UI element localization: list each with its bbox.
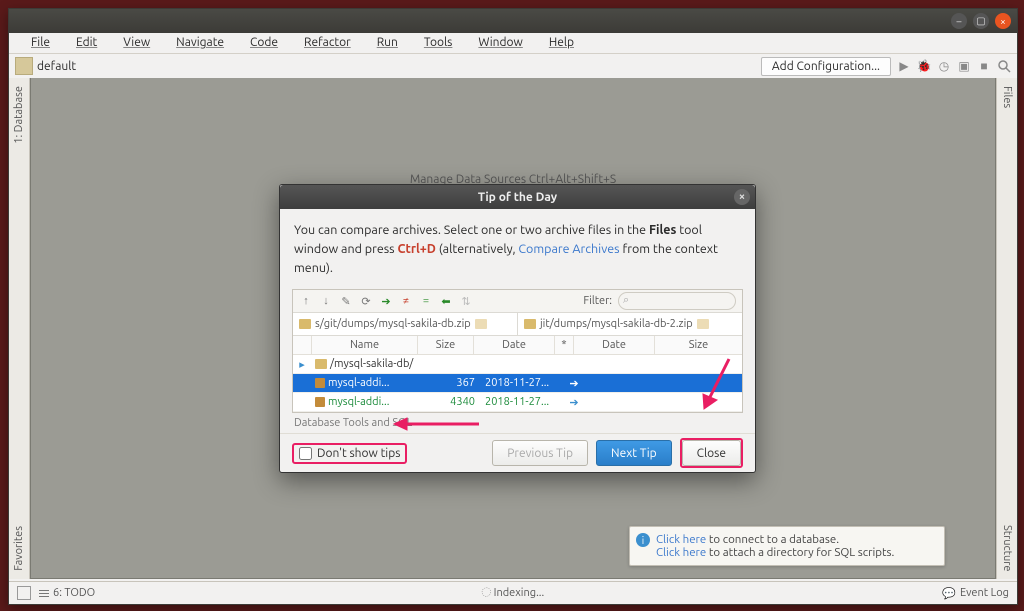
arrow-right-icon: ➔ (565, 377, 583, 390)
archive-icon (315, 397, 325, 407)
arrow-left-green-icon[interactable]: ⬅ (439, 294, 453, 308)
not-equal-icon[interactable]: ≠ (399, 294, 413, 308)
filter-input[interactable]: ⌕ (618, 292, 736, 310)
menu-view[interactable]: View (111, 33, 162, 53)
arrow-down-icon[interactable]: ↓ (319, 294, 333, 308)
folder-icon (697, 319, 709, 329)
menu-tools[interactable]: Tools (412, 33, 465, 53)
status-bar: 6: TODO ◌ Indexing... 💬 Event Log (9, 581, 1017, 604)
annotation-highlight-close: Close (680, 438, 743, 468)
dont-show-tips-input[interactable] (299, 447, 312, 460)
menu-code[interactable]: Code (238, 33, 290, 53)
search-icon: ⌕ (623, 294, 629, 307)
dialog-titlebar[interactable]: Tip of the Day × (280, 185, 755, 209)
connect-db-link[interactable]: Click here (656, 533, 706, 546)
tip-of-the-day-dialog: Tip of the Day × You can compare archive… (279, 184, 756, 473)
diff-row-selected[interactable]: mysql-addi... 367 2018-11-27... ➔ (293, 374, 742, 393)
tool-tab-favorites[interactable]: Favorites (13, 522, 25, 575)
previous-tip-button[interactable]: Previous Tip (492, 440, 588, 466)
stop-icon[interactable]: ■ (977, 59, 991, 73)
dialog-footer: Don't show tips Previous Tip Next Tip Cl… (280, 433, 755, 472)
tip-caption: Database Tools and SQL (280, 415, 755, 433)
refresh-icon[interactable]: ⟳ (359, 294, 373, 308)
arrow-up-icon[interactable]: ↑ (299, 294, 313, 308)
tool-tab-database[interactable]: 1: Database (13, 82, 25, 148)
left-tool-gutter: 1: Database Favorites (9, 78, 30, 579)
todo-icon (39, 590, 49, 597)
dialog-title: Tip of the Day (478, 191, 557, 204)
profile-icon[interactable]: ▣ (957, 59, 971, 73)
breadcrumb[interactable]: default (37, 60, 76, 73)
diff-preview: ↑ ↓ ✎ ⟳ ➔ ≠ = ⬅ ⇅ Filter: ⌕ s/git/dumps/… (292, 289, 743, 413)
spinner-icon: ◌ (482, 587, 491, 599)
tool-tab-structure[interactable]: Structure (1001, 521, 1013, 576)
menu-window[interactable]: Window (466, 33, 534, 53)
menu-run[interactable]: Run (365, 33, 410, 53)
preview-paths: s/git/dumps/mysql-sakila-db.zip jit/dump… (293, 313, 742, 336)
menu-refactor[interactable]: Refactor (292, 33, 363, 53)
arrow-right-icon: ➔ (565, 396, 583, 409)
ide-window: – ▢ × File Edit View Navigate Code Refac… (8, 8, 1018, 605)
preview-toolbar: ↑ ↓ ✎ ⟳ ➔ ≠ = ⬅ ⇅ Filter: ⌕ (293, 290, 742, 313)
menu-edit[interactable]: Edit (64, 33, 109, 53)
add-configuration-button[interactable]: Add Configuration... (761, 57, 891, 76)
dialog-close-icon[interactable]: × (734, 189, 750, 205)
tool-windows-toggle[interactable] (17, 586, 31, 600)
hint-line-1: Click here to connect to a database. (656, 533, 936, 546)
debug-icon[interactable]: 🐞 (917, 59, 931, 73)
dialog-body: You can compare archives. Select one or … (280, 209, 755, 283)
menu-file[interactable]: File (19, 33, 62, 53)
project-icon (15, 57, 33, 75)
hint-line-2: Click here to attach a directory for SQL… (656, 546, 936, 559)
folder-icon (475, 319, 487, 329)
menu-help[interactable]: Help (537, 33, 586, 53)
window-maximize-button[interactable]: ▢ (973, 13, 989, 29)
edit-icon[interactable]: ✎ (339, 294, 353, 308)
left-archive-path: s/git/dumps/mysql-sakila-db.zip (293, 313, 518, 335)
event-log-icon: 💬 (942, 587, 956, 600)
diff-row-folder[interactable]: ▸ /mysql-sakila-db/ (293, 355, 742, 374)
main-menubar: File Edit View Navigate Code Refactor Ru… (9, 33, 1017, 54)
close-button[interactable]: Close (682, 440, 741, 466)
walker-icon[interactable]: ⇅ (459, 294, 473, 308)
diff-column-headers: Name Size Date * Date Size (293, 336, 742, 355)
folder-icon (299, 319, 311, 329)
status-center-text: Indexing... (494, 587, 545, 599)
os-titlebar: – ▢ × (9, 9, 1017, 33)
right-tool-gutter: Files Structure (996, 78, 1017, 579)
status-todo[interactable]: 6: TODO (53, 587, 95, 599)
equal-icon[interactable]: = (419, 294, 433, 308)
connection-hint-popup: i Click here to connect to a database. C… (629, 526, 945, 566)
arrow-right-green-icon[interactable]: ➔ (379, 294, 393, 308)
window-close-button[interactable]: × (995, 13, 1011, 29)
run-icon[interactable]: ▶ (897, 59, 911, 73)
next-tip-button[interactable]: Next Tip (596, 440, 672, 466)
tool-tab-files[interactable]: Files (1001, 82, 1013, 112)
coverage-icon[interactable]: ◷ (937, 59, 951, 73)
menu-navigate[interactable]: Navigate (164, 33, 236, 53)
filter-label: Filter: (583, 295, 612, 307)
right-archive-path: jit/dumps/mysql-sakila-db-2.zip (518, 313, 742, 335)
annotation-highlight-checkbox: Don't show tips (292, 443, 407, 464)
status-event-log[interactable]: Event Log (960, 587, 1009, 599)
window-minimize-button[interactable]: – (951, 13, 967, 29)
archive-icon (315, 378, 325, 388)
dont-show-tips-checkbox[interactable]: Don't show tips (294, 445, 405, 462)
search-everywhere-icon[interactable] (997, 59, 1011, 73)
folder-icon (315, 359, 327, 369)
folder-icon (524, 319, 536, 329)
info-icon: i (636, 533, 650, 547)
navigation-bar: default Add Configuration... ▶ 🐞 ◷ ▣ ■ (9, 54, 1017, 79)
diff-row-added[interactable]: mysql-addi... 4340 2018-11-27... ➔ (293, 393, 742, 412)
attach-dir-link[interactable]: Click here (656, 546, 706, 559)
